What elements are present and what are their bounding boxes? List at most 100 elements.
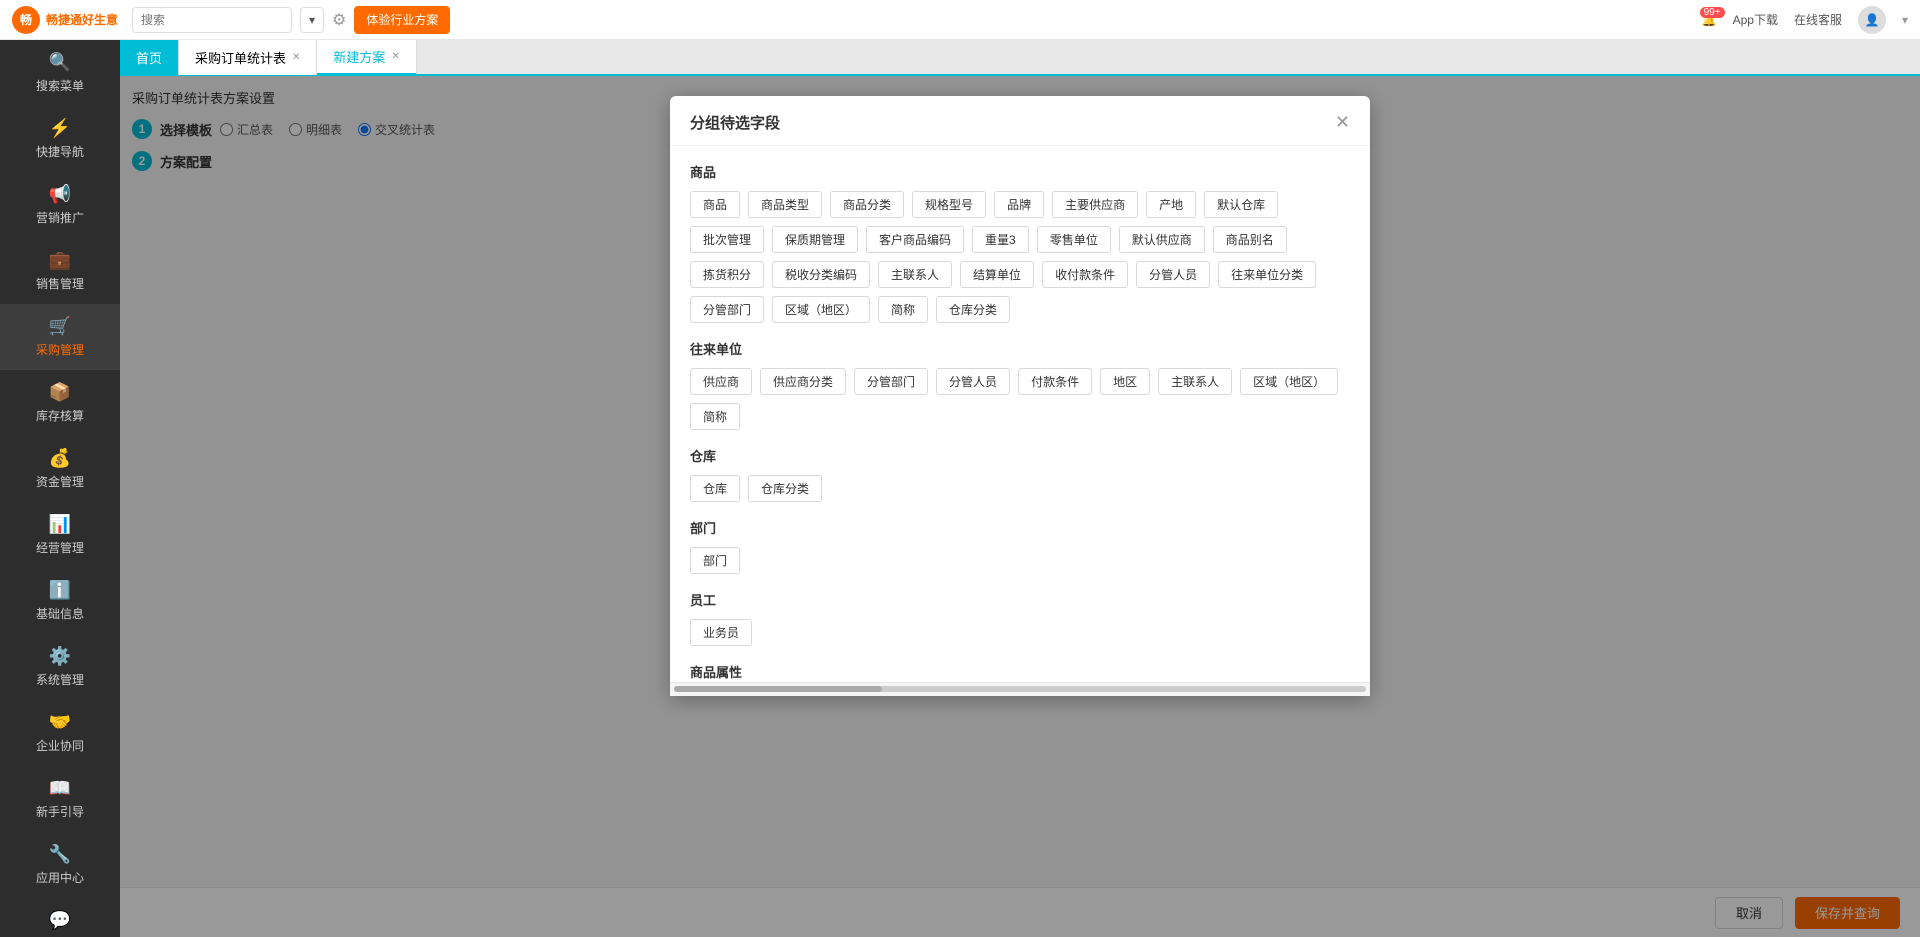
section-title-4: 员工	[690, 590, 1350, 609]
field-tag-0-14[interactable]: 商品别名	[1213, 226, 1287, 253]
section-4: 员工业务员	[690, 590, 1350, 646]
sidebar-icon-8: ℹ️	[49, 580, 71, 601]
field-tag-1-5[interactable]: 地区	[1100, 368, 1150, 395]
section-1: 往来单位供应商供应商分类分管部门分管人员付款条件地区主联系人区域（地区） 简称	[690, 339, 1350, 430]
field-tag-0-24[interactable]: 简称	[878, 296, 928, 323]
field-tag-0-22[interactable]: 分管部门	[690, 296, 764, 323]
field-tag-1-7[interactable]: 区域（地区）	[1240, 368, 1338, 395]
sidebar-label-0: 搜索菜单	[36, 77, 84, 94]
field-tag-2-0[interactable]: 仓库	[690, 475, 740, 502]
sidebar-item-7[interactable]: 📊经营管理	[0, 502, 120, 568]
section-title-2: 仓库	[690, 446, 1350, 465]
modal-header: 分组待选字段 ✕	[670, 96, 1370, 146]
field-tag-1-2[interactable]: 分管部门	[854, 368, 928, 395]
sidebar-item-4[interactable]: 🛒采购管理	[0, 304, 120, 370]
field-tag-3-0[interactable]: 部门	[690, 547, 740, 574]
sidebar-label-1: 快捷导航	[36, 143, 84, 160]
field-tags-3: 部门	[690, 547, 1350, 574]
section-5: 商品属性属性颜色多规格尺码鞋码1	[690, 662, 1350, 682]
field-tag-0-3[interactable]: 规格型号	[912, 191, 986, 218]
sidebar-item-0[interactable]: 🔍搜索菜单	[0, 40, 120, 106]
sidebar-item-13[interactable]: 💬企业微信	[0, 898, 120, 937]
field-tag-0-5[interactable]: 主要供应商	[1052, 191, 1138, 218]
field-tag-1-6[interactable]: 主联系人	[1158, 368, 1232, 395]
field-tags-0: 商品商品类型商品分类规格型号品牌主要供应商产地默认仓库批次管理保质期管理客户商品…	[690, 191, 1350, 323]
sidebar-item-12[interactable]: 🔧应用中心	[0, 832, 120, 898]
sidebar-icon-4: 🛒	[49, 316, 71, 337]
section-title-1: 往来单位	[690, 339, 1350, 358]
sidebar-item-10[interactable]: 🤝企业协同	[0, 700, 120, 766]
field-tag-0-23[interactable]: 区域（地区）	[772, 296, 870, 323]
modal: 分组待选字段 ✕ 商品商品商品类型商品分类规格型号品牌主要供应商产地默认仓库批次…	[670, 96, 1370, 696]
field-tag-0-4[interactable]: 品牌	[994, 191, 1044, 218]
field-tag-1-4[interactable]: 付款条件	[1018, 368, 1092, 395]
section-title-5: 商品属性	[690, 662, 1350, 681]
sidebar-icon-12: 🔧	[49, 844, 71, 865]
notification-badge: 99+	[1700, 7, 1725, 18]
avatar[interactable]: 👤	[1858, 6, 1886, 34]
field-tag-0-16[interactable]: 税收分类编码	[772, 261, 870, 288]
field-tag-0-19[interactable]: 收付款条件	[1042, 261, 1128, 288]
notification-icon[interactable]: 🔔 99+	[1702, 13, 1717, 27]
nav-tab-0[interactable]: 首页	[120, 39, 179, 75]
field-tag-0-25[interactable]: 仓库分类	[936, 296, 1010, 323]
module-dropdown[interactable]: ▾	[300, 7, 324, 33]
field-tag-0-18[interactable]: 结算单位	[960, 261, 1034, 288]
search-input[interactable]	[132, 7, 292, 33]
tab-close-1[interactable]: ✕	[292, 52, 300, 63]
field-tag-0-15[interactable]: 拣货积分	[690, 261, 764, 288]
sidebar-item-11[interactable]: 📖新手引导	[0, 766, 120, 832]
sidebar-icon-7: 📊	[49, 514, 71, 535]
sidebar-icon-9: ⚙️	[49, 646, 71, 667]
field-tag-0-6[interactable]: 产地	[1146, 191, 1196, 218]
sidebar-label-3: 销售管理	[36, 275, 84, 292]
sidebar-label-11: 新手引导	[36, 803, 84, 820]
field-tag-1-1[interactable]: 供应商分类	[760, 368, 846, 395]
field-tag-0-11[interactable]: 重量3	[972, 226, 1029, 253]
field-tag-2-1[interactable]: 仓库分类	[748, 475, 822, 502]
field-tag-0-10[interactable]: 客户商品编码	[866, 226, 964, 253]
nav-tab-1[interactable]: 采购订单统计表✕	[179, 39, 317, 75]
tab-close-2[interactable]: ✕	[391, 51, 399, 62]
field-tag-1-3[interactable]: 分管人员	[936, 368, 1010, 395]
sidebar-item-8[interactable]: ℹ️ 基础信息	[0, 568, 120, 634]
nav-tab-2[interactable]: 新建方案✕	[317, 39, 416, 75]
modal-close-button[interactable]: ✕	[1335, 112, 1350, 133]
field-tag-0-0[interactable]: 商品	[690, 191, 740, 218]
field-tag-0-12[interactable]: 零售单位	[1037, 226, 1111, 253]
sidebar-icon-1: ⚡	[49, 118, 71, 139]
top-right: 🔔 99+ App下载 在线客服 👤 ▾	[1702, 6, 1908, 34]
user-menu-arrow[interactable]: ▾	[1902, 13, 1908, 27]
field-tag-0-13[interactable]: 默认供应商	[1119, 226, 1205, 253]
sidebar-item-5[interactable]: 📦库存核算	[0, 370, 120, 436]
section-title-0: 商品	[690, 162, 1350, 181]
field-tag-0-20[interactable]: 分管人员	[1136, 261, 1210, 288]
field-tag-4-0[interactable]: 业务员	[690, 619, 752, 646]
section-2: 仓库仓库仓库分类	[690, 446, 1350, 502]
field-tag-0-1[interactable]: 商品类型	[748, 191, 822, 218]
sidebar-item-3[interactable]: 💼销售管理	[0, 238, 120, 304]
field-tag-0-17[interactable]: 主联系人	[878, 261, 952, 288]
modal-body[interactable]: 商品商品商品类型商品分类规格型号品牌主要供应商产地默认仓库批次管理保质期管理客户…	[670, 146, 1370, 682]
field-tag-0-2[interactable]: 商品分类	[830, 191, 904, 218]
sidebar-item-2[interactable]: 📢营销推广	[0, 172, 120, 238]
field-tag-1-0[interactable]: 供应商	[690, 368, 752, 395]
app-download-link[interactable]: App下载	[1733, 11, 1778, 28]
field-tag-0-21[interactable]: 往来单位分类	[1218, 261, 1316, 288]
gear-icon[interactable]: ⚙	[332, 10, 346, 30]
sidebar-item-6[interactable]: 💰资金管理	[0, 436, 120, 502]
field-tags-4: 业务员	[690, 619, 1350, 646]
sidebar-item-9[interactable]: ⚙️系统管理	[0, 634, 120, 700]
field-tag-0-8[interactable]: 批次管理	[690, 226, 764, 253]
sidebar-label-8: 基础信息	[36, 605, 84, 622]
modal-scrollbar[interactable]	[670, 682, 1370, 696]
modal-title: 分组待选字段	[690, 112, 780, 133]
experience-button[interactable]: 体验行业方案	[354, 6, 450, 34]
section-title-3: 部门	[690, 518, 1350, 537]
field-tag-1-8[interactable]: 简称	[690, 403, 740, 430]
online-service-link[interactable]: 在线客服	[1794, 11, 1842, 28]
sidebar-item-1[interactable]: ⚡ 快捷导航	[0, 106, 120, 172]
field-tag-0-7[interactable]: 默认仓库	[1204, 191, 1278, 218]
field-tag-0-9[interactable]: 保质期管理	[772, 226, 858, 253]
sidebar-icon-13: 💬	[49, 910, 71, 931]
